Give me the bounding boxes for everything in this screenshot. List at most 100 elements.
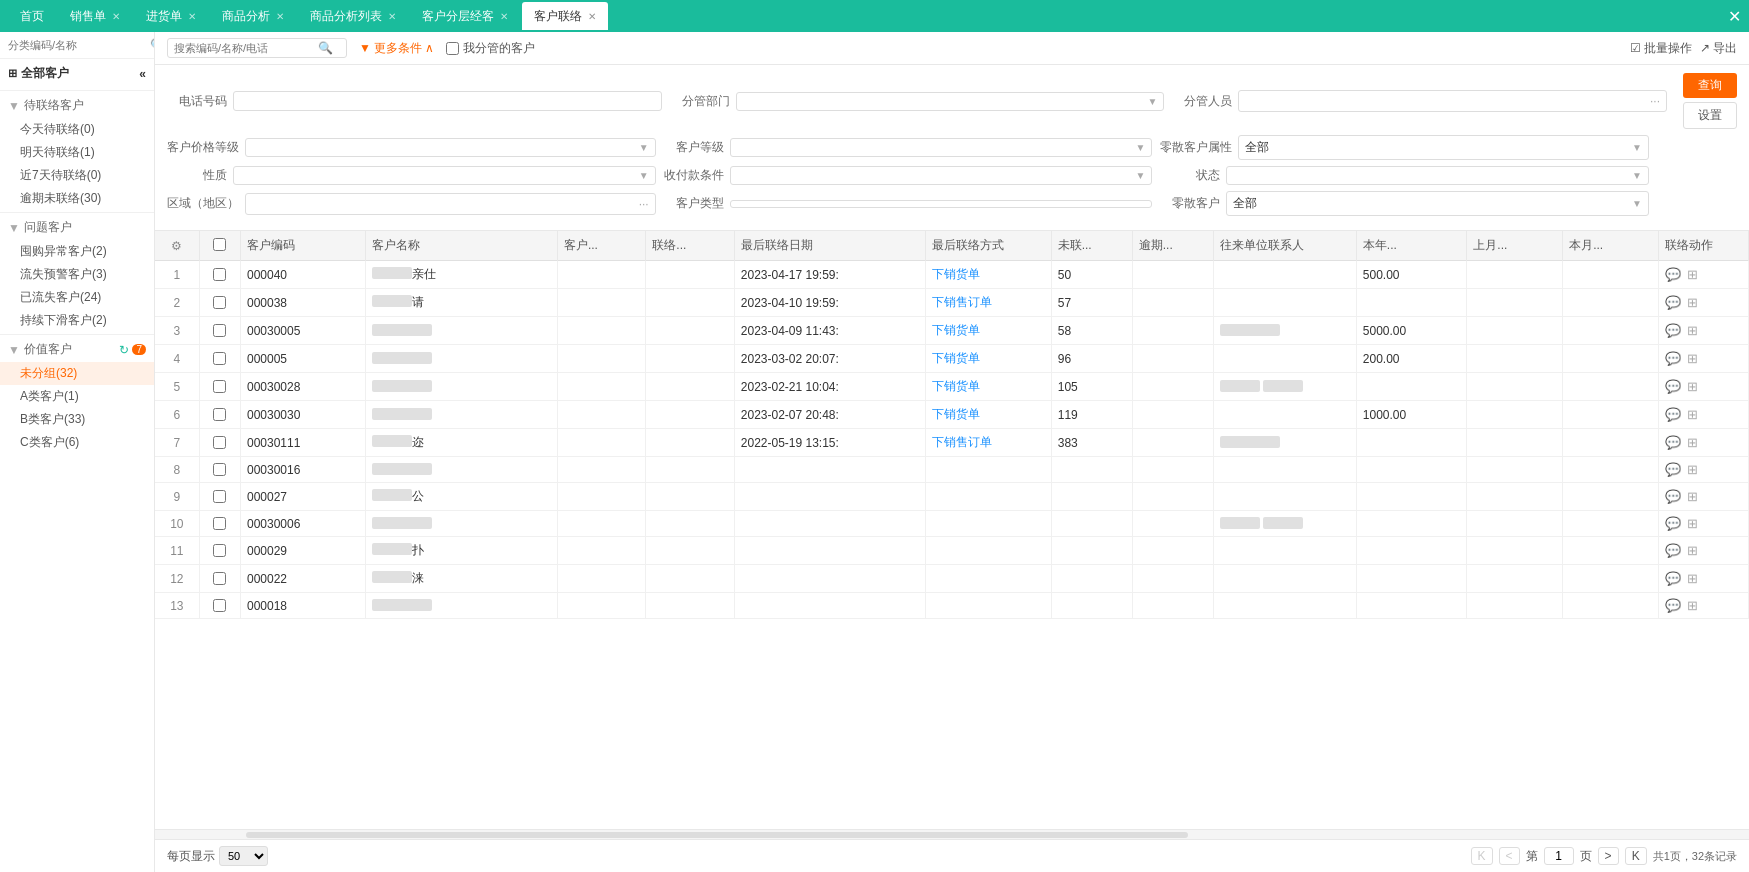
batch-op-btn[interactable]: ☑ 批量操作: [1630, 40, 1692, 57]
last-way-link[interactable]: 下销售订单: [932, 295, 992, 309]
chat-icon[interactable]: 💬: [1665, 267, 1681, 282]
last-page-btn[interactable]: K: [1625, 847, 1647, 865]
grid-action-icon[interactable]: ⊞: [1687, 516, 1698, 531]
grid-action-icon[interactable]: ⊞: [1687, 543, 1698, 558]
grid-action-icon[interactable]: ⊞: [1687, 435, 1698, 450]
grid-action-icon[interactable]: ⊞: [1687, 295, 1698, 310]
grid-action-icon[interactable]: ⊞: [1687, 351, 1698, 366]
phone-input[interactable]: [233, 91, 662, 111]
th-checkbox[interactable]: [199, 231, 240, 261]
collapse-icon[interactable]: «: [139, 67, 146, 81]
close-sales-tab[interactable]: ✕: [112, 11, 120, 22]
chat-icon[interactable]: 💬: [1665, 435, 1681, 450]
dept-select[interactable]: ▼: [736, 92, 1165, 111]
customer-type-select[interactable]: [730, 200, 1153, 208]
query-button[interactable]: 查询: [1683, 73, 1737, 98]
group-waiting-contact[interactable]: ▼ 待联络客户: [0, 93, 154, 118]
last-way-link[interactable]: 下销货单: [932, 379, 980, 393]
refresh-icon[interactable]: ↻: [119, 343, 129, 357]
select-all-checkbox[interactable]: [213, 238, 226, 251]
chat-icon[interactable]: 💬: [1665, 407, 1681, 422]
chat-icon[interactable]: 💬: [1665, 598, 1681, 613]
row-checkbox[interactable]: [213, 544, 226, 557]
my-customers-checkbox[interactable]: 我分管的客户: [446, 40, 535, 57]
row-checkbox[interactable]: [213, 490, 226, 503]
group-problem-customers[interactable]: ▼ 问题客户: [0, 215, 154, 240]
tab-product-analysis-list[interactable]: 商品分析列表 ✕: [298, 2, 408, 30]
grid-action-icon[interactable]: ⊞: [1687, 267, 1698, 282]
row-checkbox[interactable]: [213, 352, 226, 365]
sidebar-item-churn-warning[interactable]: 流失预警客户(3): [0, 263, 154, 286]
chat-icon[interactable]: 💬: [1665, 571, 1681, 586]
grid-action-icon[interactable]: ⊞: [1687, 323, 1698, 338]
last-way-link[interactable]: 下销货单: [932, 323, 980, 337]
tab-customer-contact[interactable]: 客户联络 ✕: [522, 2, 608, 30]
row-checkbox[interactable]: [213, 380, 226, 393]
chat-icon[interactable]: 💬: [1665, 351, 1681, 366]
row-checkbox[interactable]: [213, 463, 226, 476]
chat-icon[interactable]: 💬: [1665, 462, 1681, 477]
last-way-link[interactable]: 下销货单: [932, 407, 980, 421]
chat-icon[interactable]: 💬: [1665, 489, 1681, 504]
sidebar-item-c-class[interactable]: C类客户(6): [0, 431, 154, 454]
grid-action-icon[interactable]: ⊞: [1687, 571, 1698, 586]
close-product-list-tab[interactable]: ✕: [388, 11, 396, 22]
tab-product-analysis[interactable]: 商品分析 ✕: [210, 2, 296, 30]
last-way-link[interactable]: 下销货单: [932, 267, 980, 281]
row-checkbox[interactable]: [213, 268, 226, 281]
sidebar-item-a-class[interactable]: A类客户(1): [0, 385, 154, 408]
tab-customer-segment[interactable]: 客户分层经客 ✕: [410, 2, 520, 30]
last-way-link[interactable]: 下销货单: [932, 351, 980, 365]
chat-icon[interactable]: 💬: [1665, 379, 1681, 394]
retail-customer-select[interactable]: 全部 ▼: [1226, 191, 1649, 216]
more-conditions-btn[interactable]: ▼ 更多条件 ∧: [359, 40, 434, 57]
export-btn[interactable]: ↗ 导出: [1700, 40, 1737, 57]
all-customers-header[interactable]: ⊞ 全部客户 «: [0, 59, 154, 88]
search-icon[interactable]: 🔍: [318, 41, 333, 55]
reset-button[interactable]: 设置: [1683, 102, 1737, 129]
payment-select[interactable]: ▼: [730, 166, 1153, 185]
status-select[interactable]: ▼: [1226, 166, 1649, 185]
prev-page-btn[interactable]: <: [1499, 847, 1520, 865]
region-select[interactable]: ···: [245, 193, 656, 215]
settings-icon[interactable]: ⚙: [171, 239, 182, 253]
th-settings[interactable]: ⚙: [155, 231, 199, 261]
price-level-select[interactable]: ▼: [245, 138, 656, 157]
last-way-link[interactable]: 下销售订单: [932, 435, 992, 449]
sidebar-search-input[interactable]: [8, 39, 146, 51]
row-checkbox[interactable]: [213, 436, 226, 449]
manager-select[interactable]: ···: [1238, 90, 1667, 112]
customer-level-select[interactable]: ▼: [730, 138, 1153, 157]
tab-home[interactable]: 首页: [8, 2, 56, 30]
page-number-input[interactable]: [1544, 847, 1574, 865]
grid-action-icon[interactable]: ⊞: [1687, 462, 1698, 477]
grid-action-icon[interactable]: ⊞: [1687, 379, 1698, 394]
row-checkbox[interactable]: [213, 599, 226, 612]
group-value-customers[interactable]: ▼ 价值客户 ↻ 7: [0, 337, 154, 362]
sidebar-item-tomorrow-contact[interactable]: 明天待联络(1): [0, 141, 154, 164]
next-page-btn[interactable]: >: [1598, 847, 1619, 865]
sidebar-item-abnormal[interactable]: 囤购异常客户(2): [0, 240, 154, 263]
tab-purchase[interactable]: 进货单 ✕: [134, 2, 208, 30]
my-customers-check-input[interactable]: [446, 42, 459, 55]
row-checkbox[interactable]: [213, 296, 226, 309]
row-checkbox[interactable]: [213, 408, 226, 421]
search-input[interactable]: [174, 42, 314, 54]
sidebar-item-churned[interactable]: 已流失客户(24): [0, 286, 154, 309]
horizontal-scrollbar[interactable]: [155, 829, 1749, 839]
chat-icon[interactable]: 💬: [1665, 295, 1681, 310]
close-customer-segment-tab[interactable]: ✕: [500, 11, 508, 22]
row-checkbox[interactable]: [213, 517, 226, 530]
grid-action-icon[interactable]: ⊞: [1687, 598, 1698, 613]
page-size-select[interactable]: 50 100: [219, 846, 268, 866]
grid-action-icon[interactable]: ⊞: [1687, 489, 1698, 504]
retail-attr-select[interactable]: 全部 ▼: [1238, 135, 1649, 160]
window-close-button[interactable]: ✕: [1728, 7, 1741, 26]
close-product-analysis-tab[interactable]: ✕: [276, 11, 284, 22]
sidebar-item-declining[interactable]: 持续下滑客户(2): [0, 309, 154, 332]
nature-select[interactable]: ▼: [233, 166, 656, 185]
chat-icon[interactable]: 💬: [1665, 543, 1681, 558]
close-customer-contact-tab[interactable]: ✕: [588, 11, 596, 22]
first-page-btn[interactable]: K: [1471, 847, 1493, 865]
sidebar-item-7days-contact[interactable]: 近7天待联络(0): [0, 164, 154, 187]
